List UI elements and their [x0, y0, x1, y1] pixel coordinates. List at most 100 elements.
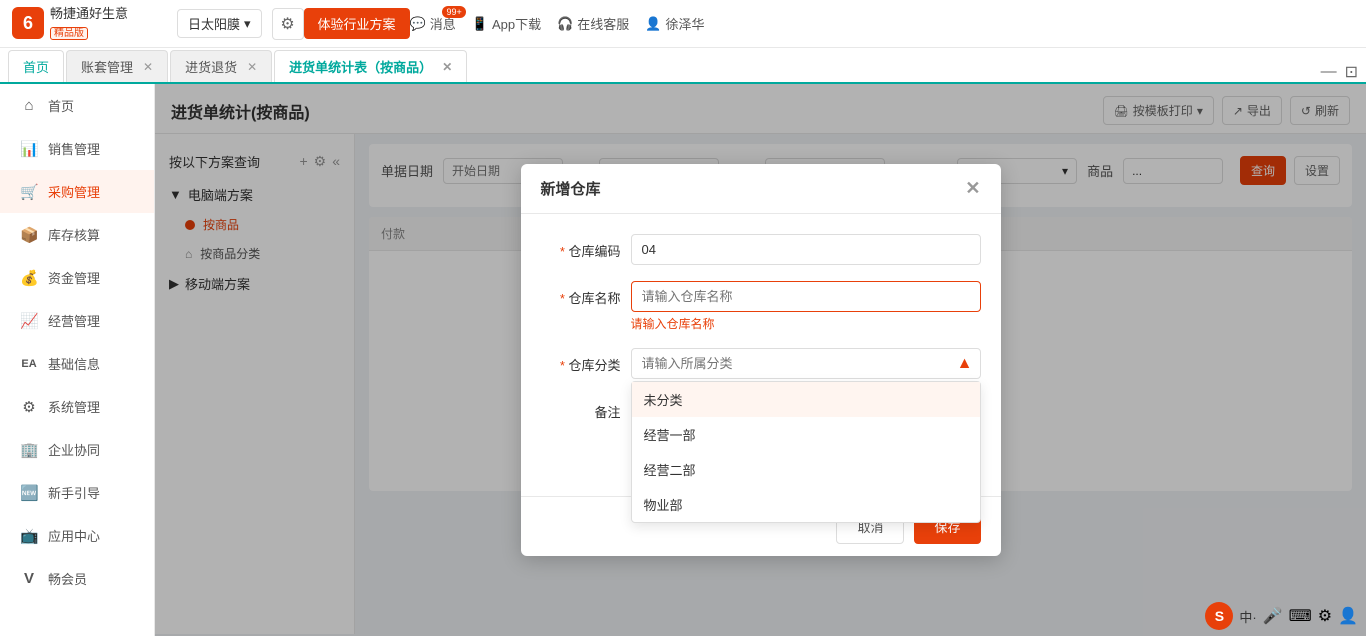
content-area: 进货单统计(按商品) 🖨 按模板打印 ▾ ↗ 导出 ↺ 刷新	[155, 84, 1366, 636]
tab-stats-label: 进货单统计表（按商品）	[289, 57, 432, 76]
gear-icon: ⚙	[280, 14, 294, 34]
sidebar-item-appcenter[interactable]: 📺 应用中心	[0, 514, 154, 557]
tab-stats-close[interactable]: ✕	[442, 60, 452, 74]
tab-account-close[interactable]: ✕	[143, 60, 153, 74]
tab-account[interactable]: 账套管理 ✕	[66, 50, 168, 82]
sidebar-enterprise-label: 企业协同	[48, 440, 100, 459]
tab-bar-end: — ⊡	[1321, 62, 1358, 82]
sidebar-item-purchase[interactable]: 🛒 采购管理	[0, 170, 154, 213]
app-download-button[interactable]: 📱 App下载	[472, 14, 541, 33]
name-field: 请输入仓库名称	[631, 281, 981, 332]
form-row-category: 仓库分类 ▲ 未分类 经营一部	[541, 348, 981, 379]
sidebar-finance-label: 资金管理	[48, 268, 100, 287]
sidebar-basic-label: 基础信息	[48, 354, 100, 373]
sidebar-system-label: 系统管理	[48, 397, 100, 416]
store-name: 日太阳膜	[188, 14, 240, 33]
s-logo: S	[1205, 602, 1233, 630]
sidebar-item-finance[interactable]: 💰 资金管理	[0, 256, 154, 299]
sidebar-item-enterprise[interactable]: 🏢 企业协同	[0, 428, 154, 471]
dropdown-property-label: 物业部	[644, 498, 683, 513]
sidebar-item-inventory[interactable]: 📦 库存核算	[0, 213, 154, 256]
sidebar-sales-label: 销售管理	[48, 139, 100, 158]
code-label: 仓库编码	[541, 234, 621, 260]
code-input[interactable]	[631, 234, 981, 265]
lang-label: 中·	[1239, 607, 1256, 626]
user-footer-icon[interactable]: 👤	[1338, 606, 1358, 626]
appcenter-icon: 📺	[20, 527, 38, 545]
dropdown-ops1-label: 经营一部	[644, 428, 696, 443]
user-menu[interactable]: 👤 徐泽华	[645, 14, 704, 33]
tab-return-label: 进货退货	[185, 57, 237, 76]
basic-icon: EA	[20, 358, 38, 370]
category-dropdown: 未分类 经营一部 经营二部 物业部	[631, 381, 981, 523]
tab-stats[interactable]: 进货单统计表（按商品） ✕	[274, 50, 467, 82]
sidebar-item-home[interactable]: ⌂ 首页	[0, 84, 154, 127]
phone-icon: 📱	[472, 16, 488, 32]
remark-label: 备注	[541, 395, 621, 421]
dropdown-item-property[interactable]: 物业部	[632, 487, 980, 522]
category-toggle-icon[interactable]: ▲	[957, 355, 973, 373]
new-warehouse-modal: 新增仓库 ✕ 仓库编码 仓库名称	[521, 164, 1001, 556]
logo-area: 6 畅捷通好生意 精品版	[12, 6, 167, 41]
settings-footer-icon[interactable]: ⚙	[1318, 606, 1332, 626]
system-icon: ⚙	[20, 398, 38, 416]
dropdown-item-none[interactable]: 未分类	[632, 382, 980, 417]
modal-title: 新增仓库	[541, 178, 601, 199]
name-label: 仓库名称	[541, 281, 621, 307]
status-footer: S 中· 🎤 ⌨ ⚙ 👤	[1205, 602, 1358, 630]
sidebar-guide-label: 新手引导	[48, 483, 100, 502]
online-service-button[interactable]: 🎧 在线客服	[557, 14, 629, 33]
sidebar-home-label: 首页	[48, 96, 74, 115]
app-name: 畅捷通好生意	[50, 6, 128, 23]
modal-header: 新增仓库 ✕	[521, 164, 1001, 214]
store-selector[interactable]: 日太阳膜 ▾	[177, 9, 262, 38]
tab-expand-icon[interactable]: ⊡	[1345, 62, 1358, 82]
category-label: 仓库分类	[541, 348, 621, 374]
sidebar-item-sales[interactable]: 📊 销售管理	[0, 127, 154, 170]
sidebar-item-system[interactable]: ⚙ 系统管理	[0, 385, 154, 428]
form-row-code: 仓库编码	[541, 234, 981, 265]
sidebar-item-basic[interactable]: EA 基础信息	[0, 342, 154, 385]
keyboard-icon[interactable]: ⌨	[1289, 606, 1312, 626]
sidebar-item-guide[interactable]: 🆕 新手引导	[0, 471, 154, 514]
headset-icon: 🎧	[557, 16, 573, 32]
app-badge: 精品版	[50, 27, 88, 40]
tab-return[interactable]: 进货退货 ✕	[170, 50, 272, 82]
messages-button[interactable]: 💬 99+ 消息	[410, 14, 456, 33]
dropdown-ops2-label: 经营二部	[644, 463, 696, 478]
modal-overlay[interactable]: 新增仓库 ✕ 仓库编码 仓库名称	[155, 84, 1366, 636]
tab-home-label: 首页	[23, 57, 49, 76]
dropdown-item-ops1[interactable]: 经营一部	[632, 417, 980, 452]
enterprise-icon: 🏢	[20, 441, 38, 459]
modal-body: 仓库编码 仓库名称 请输入仓库名称	[521, 214, 1001, 496]
dropdown-item-ops2[interactable]: 经营二部	[632, 452, 980, 487]
username-label: 徐泽华	[665, 14, 704, 33]
notification-badge: 99+	[442, 6, 465, 18]
settings-button[interactable]: ⚙	[272, 8, 304, 40]
sidebar-appcenter-label: 应用中心	[48, 526, 100, 545]
message-icon: 💬	[410, 16, 426, 32]
vip-icon: V	[20, 570, 38, 587]
name-error-msg: 请输入仓库名称	[631, 315, 981, 332]
finance-icon: 💰	[20, 269, 38, 287]
app-logo-icon: 6	[12, 7, 44, 39]
chevron-down-icon: ▾	[244, 16, 251, 32]
sidebar-item-vip[interactable]: V 畅会员	[0, 557, 154, 600]
purchase-icon: 🛒	[20, 183, 38, 201]
operations-icon: 📈	[20, 312, 38, 330]
tab-minimize-icon[interactable]: —	[1321, 63, 1337, 81]
mic-icon[interactable]: 🎤	[1263, 606, 1283, 626]
app-download-label: App下载	[492, 14, 541, 33]
sidebar-purchase-label: 采购管理	[48, 182, 100, 201]
category-input[interactable]	[631, 348, 981, 379]
header-right: 💬 99+ 消息 📱 App下载 🎧 在线客服 👤 徐泽华	[410, 14, 705, 33]
name-input[interactable]	[631, 281, 981, 312]
sidebar-item-operations[interactable]: 📈 经营管理	[0, 299, 154, 342]
user-icon: 👤	[645, 16, 661, 32]
sidebar-operations-label: 经营管理	[48, 311, 100, 330]
dropdown-none-label: 未分类	[644, 393, 683, 408]
modal-close-button[interactable]: ✕	[965, 178, 980, 199]
tab-home[interactable]: 首页	[8, 50, 64, 82]
tab-return-close[interactable]: ✕	[247, 60, 257, 74]
trial-button[interactable]: 体验行业方案	[304, 8, 410, 39]
